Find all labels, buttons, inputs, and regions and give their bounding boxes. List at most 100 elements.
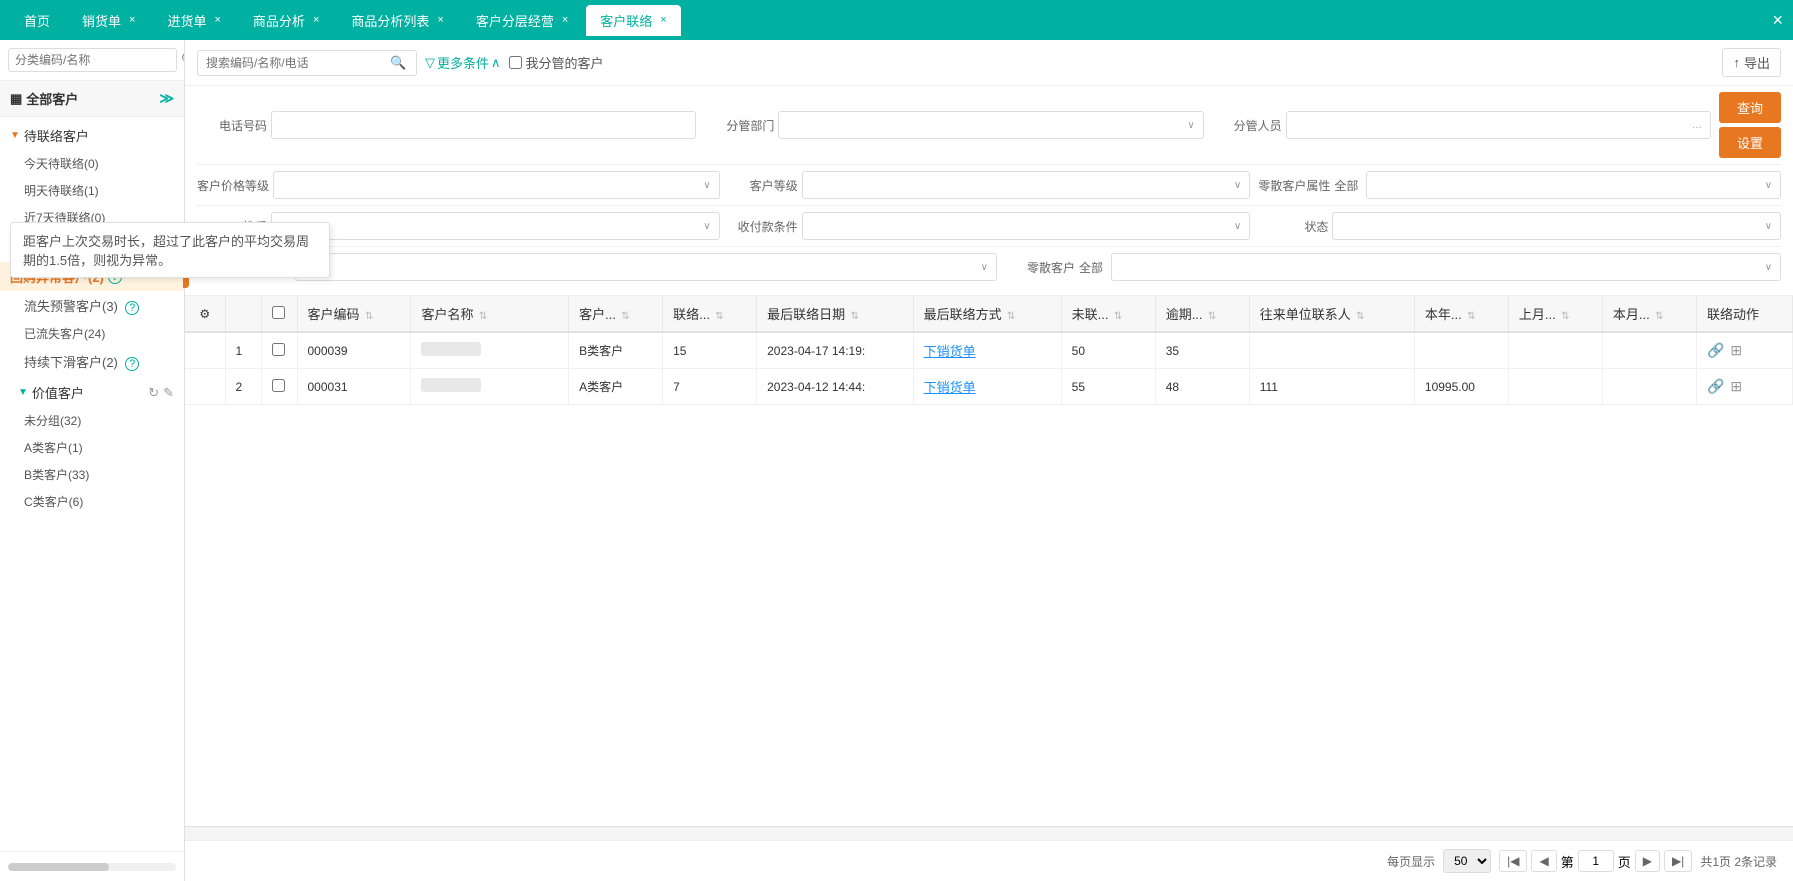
tab-purchase-order[interactable]: 进货单 ×: [153, 5, 234, 36]
actual-lost[interactable]: 已流失客户(24): [0, 320, 184, 347]
col-not-contact-header[interactable]: 未联... ⇅: [1061, 296, 1155, 332]
b-class-customers[interactable]: B类客户(33): [0, 461, 184, 488]
row2-checkbox-cell[interactable]: [261, 369, 297, 405]
close-product-analysis-tab[interactable]: ×: [313, 14, 319, 26]
my-customers-checkbox-label[interactable]: 我分管的客户: [509, 53, 604, 72]
last-page-button[interactable]: ▶|: [1664, 850, 1692, 872]
unit-contact-col-label: 往来单位联系人: [1260, 307, 1351, 322]
row1-grid-icon[interactable]: ⊞: [1730, 342, 1742, 359]
col-checkbox-header[interactable]: [261, 296, 297, 332]
tomorrow-waiting[interactable]: 明天待联络(1): [0, 177, 184, 204]
value-customers-label: 价值客户: [32, 383, 84, 402]
customer-grade-select[interactable]: ∨: [802, 171, 1251, 199]
col-this-year-header[interactable]: 本年... ⇅: [1414, 296, 1508, 332]
page-unit: 页: [1618, 852, 1631, 871]
row1-checkbox[interactable]: [272, 343, 285, 356]
retail-customer-label: 零散客户: [1005, 259, 1075, 276]
row2-last-method-link[interactable]: 下销货单: [924, 380, 976, 395]
today-waiting[interactable]: 今天待联络(0): [0, 150, 184, 177]
export-button[interactable]: ↑ 导出: [1722, 48, 1781, 77]
this-month-col-label: 本月...: [1613, 307, 1650, 322]
col-this-month-header[interactable]: 本月... ⇅: [1602, 296, 1696, 332]
row2-last-method[interactable]: 下销货单: [913, 369, 1061, 405]
tab-customer-management[interactable]: 客户分层经营 ×: [462, 5, 582, 36]
window-close-button[interactable]: ×: [1772, 10, 1783, 31]
row1-overdue: 35: [1155, 332, 1249, 369]
horizontal-scrollbar[interactable]: [185, 826, 1793, 840]
tab-sales-label: 销货单: [82, 11, 121, 30]
status-select[interactable]: ∨: [1332, 212, 1781, 240]
payment-select[interactable]: ∨: [802, 212, 1251, 240]
not-contact-sort: ⇅: [1114, 311, 1122, 322]
manager-select[interactable]: …: [1286, 111, 1711, 139]
select-all-checkbox[interactable]: [272, 306, 285, 319]
close-purchase-tab[interactable]: ×: [214, 14, 220, 26]
customer-type-select[interactable]: ∨: [295, 253, 997, 281]
table-scroll[interactable]: ⚙ 客户编码 ⇅ 客户名称 ⇅: [185, 296, 1793, 826]
close-customer-contact-tab[interactable]: ×: [660, 14, 666, 26]
first-page-button[interactable]: |◀: [1499, 850, 1527, 872]
dept-select[interactable]: ∨: [778, 111, 1203, 139]
value-customer-header[interactable]: ▼ 价值客户 ↻ ✎: [0, 378, 184, 407]
gender-select[interactable]: ∨: [271, 212, 720, 240]
tab-product-analysis-list[interactable]: 商品分析列表 ×: [337, 5, 457, 36]
row2-link-icon[interactable]: 🔗: [1707, 378, 1724, 395]
waiting-contact-group-label[interactable]: ▼ 待联络客户: [0, 121, 184, 150]
col-customer-code-header[interactable]: 客户编码 ⇅: [297, 296, 411, 332]
col-customer-name-header[interactable]: 客户名称 ⇅: [411, 296, 569, 332]
collapse-icon[interactable]: ≫: [159, 90, 174, 107]
retail-attr-select[interactable]: ∨: [1366, 171, 1781, 199]
ungrouped-customers[interactable]: 未分组(32): [0, 407, 184, 434]
col-last-contact-method-header[interactable]: 最后联络方式 ⇅: [913, 296, 1061, 332]
close-customer-mgmt-tab[interactable]: ×: [562, 14, 568, 26]
my-customers-checkbox[interactable]: [509, 56, 522, 69]
lost-potential[interactable]: 流失预警客户(3) ?: [0, 291, 184, 320]
page-number-input[interactable]: [1578, 850, 1614, 872]
col-overdue-header[interactable]: 逾期... ⇅: [1155, 296, 1249, 332]
customer-name-col-label: 客户名称: [421, 307, 473, 322]
refresh-icon[interactable]: ↻: [148, 385, 159, 401]
price-grade-select[interactable]: ∨: [273, 171, 720, 199]
more-conditions-toggle[interactable]: ▽ 更多条件 ∧: [425, 53, 501, 72]
continuous-decline[interactable]: 持续下滑客户(2) ?: [0, 347, 184, 376]
query-button[interactable]: 查询: [1719, 92, 1781, 123]
tab-sales-order[interactable]: 销货单 ×: [68, 5, 149, 36]
c-class-customers[interactable]: C类客户(6): [0, 488, 184, 515]
row2-grid-icon[interactable]: ⊞: [1730, 378, 1742, 395]
col-unit-contact-header[interactable]: 往来单位联系人 ⇅: [1249, 296, 1414, 332]
next-page-button[interactable]: ▶: [1635, 850, 1660, 872]
row1-last-method[interactable]: 下销货单: [913, 332, 1061, 369]
row1-grade: B类客户: [569, 332, 663, 369]
tab-home[interactable]: 首页: [10, 5, 64, 36]
sidebar-search-input[interactable]: [8, 48, 177, 72]
toolbar-search-icon[interactable]: 🔍: [390, 55, 406, 71]
close-sales-tab[interactable]: ×: [129, 14, 135, 26]
a-class-customers[interactable]: A类客户(1): [0, 434, 184, 461]
chevron-up-icon: ∧: [491, 55, 501, 71]
edit-icon[interactable]: ✎: [163, 385, 174, 401]
retail-customer-select[interactable]: ∨: [1111, 253, 1781, 281]
col-last-month-header[interactable]: 上月... ⇅: [1508, 296, 1602, 332]
col-customer-grade-header[interactable]: 客户... ⇅: [569, 296, 663, 332]
col-contact-count-header[interactable]: 联络... ⇅: [663, 296, 757, 332]
row2-checkbox[interactable]: [272, 379, 285, 392]
row1-action-icons: 🔗 ⊞: [1707, 342, 1782, 359]
phone-input[interactable]: [271, 111, 696, 139]
tab-product-analysis[interactable]: 商品分析 ×: [239, 5, 333, 36]
per-page-select[interactable]: 50: [1443, 849, 1491, 873]
row1-checkbox-cell[interactable]: [261, 332, 297, 369]
row1-last-method-link[interactable]: 下销货单: [924, 344, 976, 359]
filter-price-grade: 客户价格等级 ∨: [197, 171, 720, 199]
top-navigation: 首页 销货单 × 进货单 × 商品分析 × 商品分析列表 × 客户分层经营 × …: [0, 0, 1793, 40]
settings-button[interactable]: 设置: [1719, 127, 1781, 158]
toolbar-search-input[interactable]: [206, 56, 386, 70]
row1-this-year: [1414, 332, 1508, 369]
col-last-contact-date-header[interactable]: 最后联络日期 ⇅: [757, 296, 913, 332]
row1-link-icon[interactable]: 🔗: [1707, 342, 1724, 359]
prev-page-button[interactable]: ◀: [1531, 850, 1556, 872]
sidebar-scrollbar[interactable]: [8, 863, 176, 871]
gender-chevron: ∨: [703, 221, 710, 232]
tab-customer-contact[interactable]: 客户联络 ×: [586, 5, 680, 36]
close-product-list-tab[interactable]: ×: [437, 14, 443, 26]
col-settings[interactable]: ⚙: [185, 296, 225, 332]
